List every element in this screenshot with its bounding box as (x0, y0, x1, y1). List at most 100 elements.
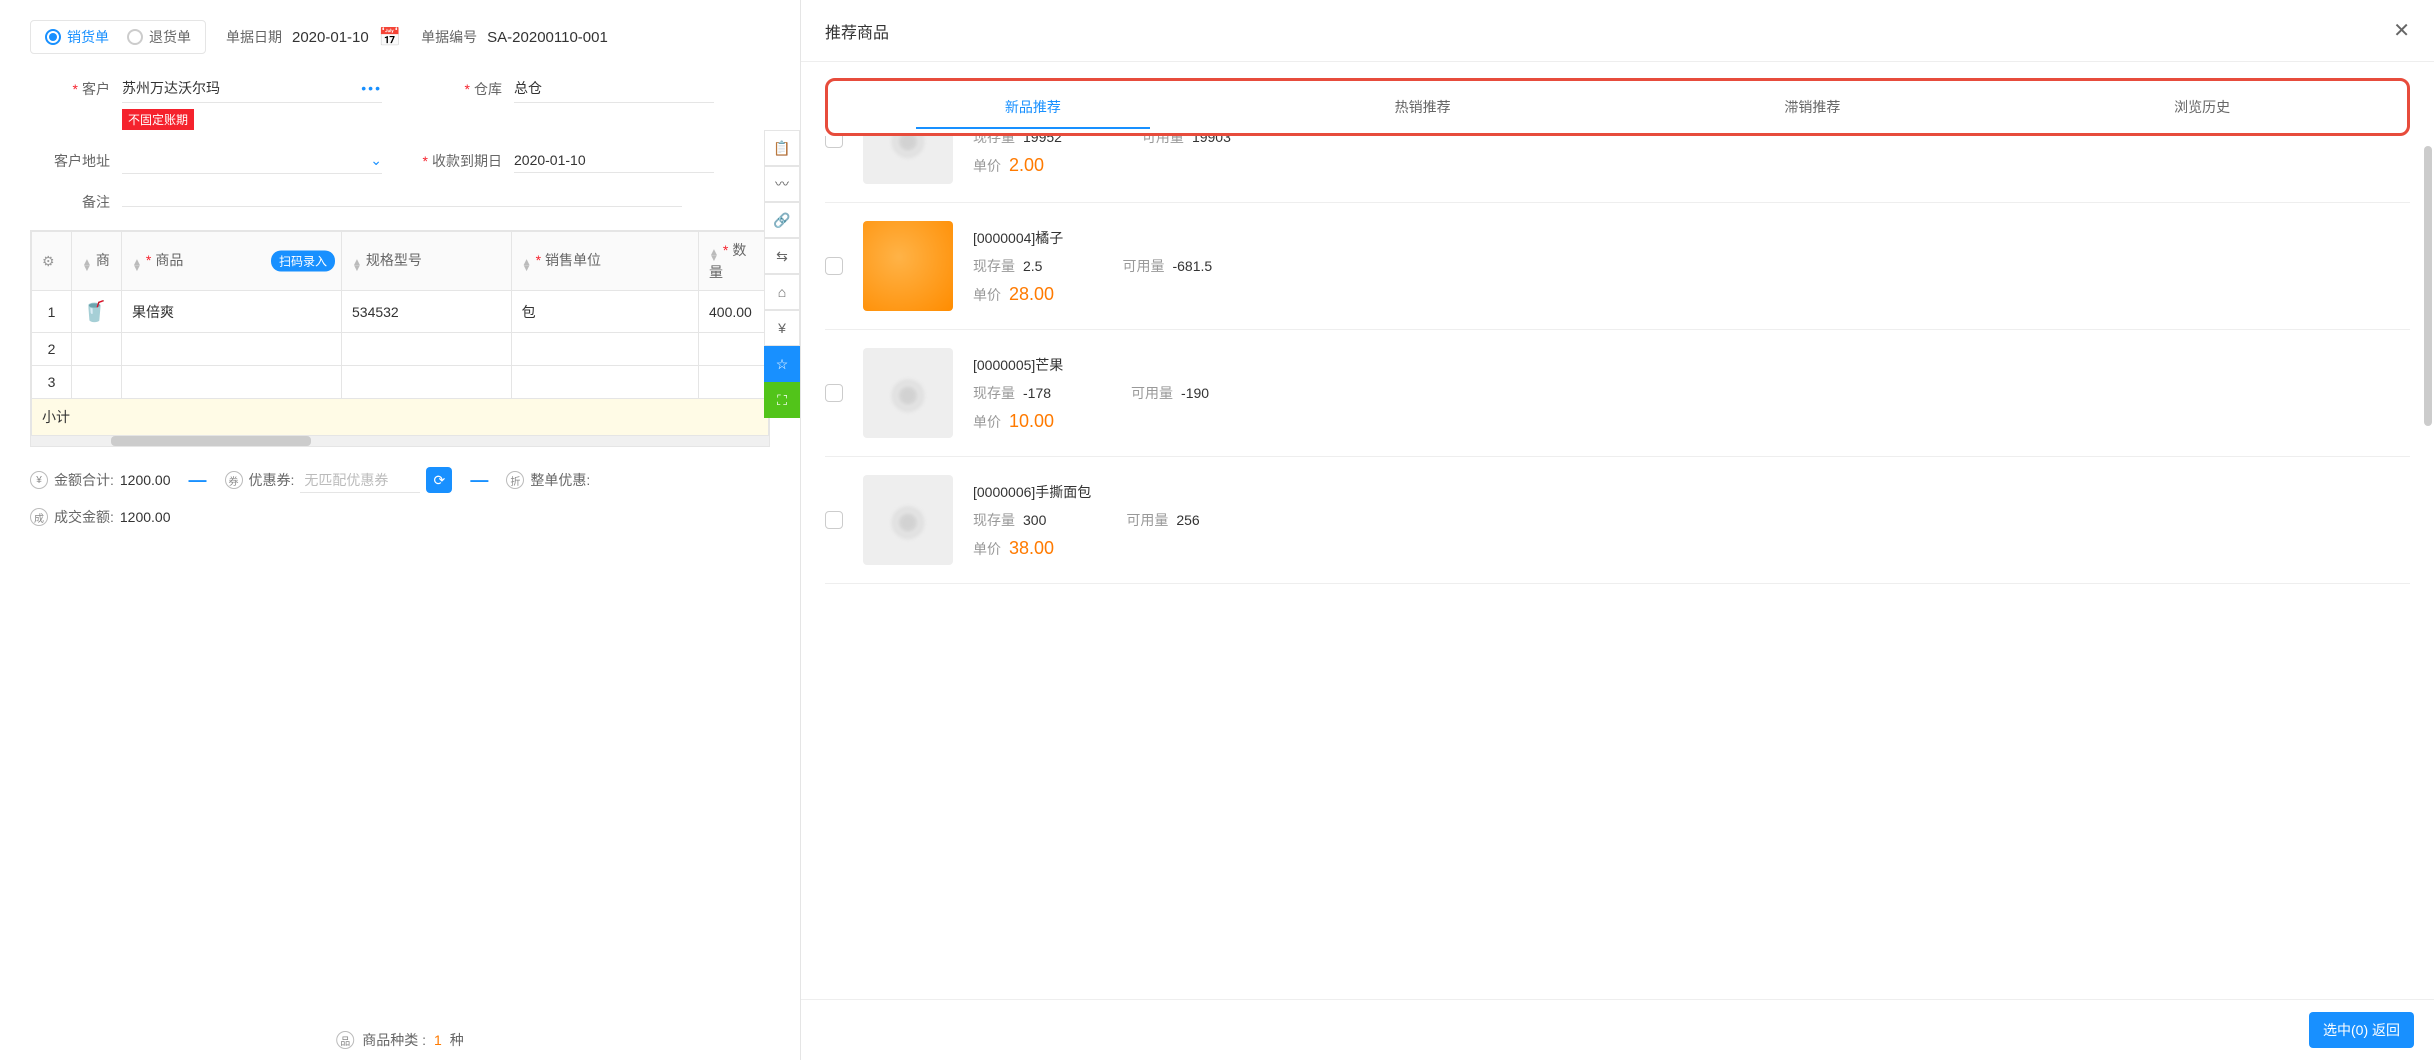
col-spec: 规格型号 (366, 252, 422, 268)
tool-star-icon[interactable]: ☆ (764, 346, 800, 382)
tool-chart-icon[interactable]: 〰 (764, 166, 800, 202)
deal-icon: 成 (30, 508, 48, 526)
vertical-scrollbar[interactable] (2424, 146, 2432, 426)
price-row: 单价10.00 (973, 411, 2410, 432)
tab-hot-recommend[interactable]: 热销推荐 (1228, 87, 1618, 127)
chevron-down-icon: ⌄ (370, 152, 382, 169)
col-unit: 销售单位 (545, 252, 601, 268)
sort-icon[interactable]: ▲▼ (709, 250, 719, 262)
remark-label: 备注 (30, 192, 110, 212)
product-checkbox[interactable] (825, 384, 843, 402)
customer-tag: 不固定账期 (122, 109, 194, 130)
warehouse-select[interactable]: 总仓 (514, 74, 714, 103)
warehouse-value: 总仓 (514, 78, 542, 98)
price-row: 单价38.00 (973, 538, 2410, 559)
col-product: 商品 (155, 252, 183, 268)
table-row[interactable]: 1🥤果倍爽534532包400.00 (32, 291, 769, 333)
remark-input[interactable] (122, 198, 682, 207)
table-row[interactable]: 3 (32, 366, 769, 399)
footer-count: 1 (434, 1032, 442, 1048)
stock-label: 现存量19952 (973, 136, 1062, 147)
discount-icon: 折 (506, 471, 524, 489)
doc-date-label: 单据日期 (226, 27, 282, 47)
sort-icon[interactable]: ▲▼ (132, 260, 142, 272)
due-date-input[interactable]: 2020-01-10 (514, 148, 714, 173)
product-name: [0000004]橘子 (973, 228, 2410, 248)
doc-date-value[interactable]: 2020-01-10 (292, 29, 369, 46)
radio-checked-icon (45, 29, 61, 45)
price-row: 单价2.00 (973, 155, 2410, 176)
product-checkbox[interactable] (825, 136, 843, 148)
sort-icon[interactable]: ▲▼ (82, 260, 92, 272)
deal-value: 1200.00 (120, 509, 171, 525)
avail-label: 可用量-681.5 (1122, 256, 1212, 276)
avail-label: 可用量19903 (1142, 136, 1231, 147)
product-item[interactable]: ◉ [0000006]手撕面包现存量300 可用量256 单价38.00 (825, 457, 2410, 584)
table-row[interactable]: 2 (32, 333, 769, 366)
sort-icon[interactable]: ▲▼ (352, 260, 362, 272)
scan-input-button[interactable]: 扫码录入 (271, 251, 335, 272)
category-icon: 品 (336, 1031, 354, 1049)
coupon-icon: 券 (225, 471, 243, 489)
product-thumb: ◉ (863, 348, 953, 438)
product-checkbox[interactable] (825, 511, 843, 529)
line-items-table: ⚙ ▲▼商 ▲▼*商品扫码录入 ▲▼规格型号 ▲▼*销售单位 ▲▼*数量 1🥤果… (30, 230, 770, 447)
selected-return-button[interactable]: 选中(0) 返回 (2309, 1012, 2414, 1048)
product-item[interactable]: [0000004]橘子现存量2.5可用量-681.5单价28.00 (825, 203, 2410, 330)
product-checkbox[interactable] (825, 257, 843, 275)
tab-new-recommend[interactable]: 新品推荐 (838, 87, 1228, 127)
recommend-tabs-highlight: 新品推荐 热销推荐 滞销推荐 浏览历史 (825, 78, 2410, 136)
refresh-button[interactable]: ⟳ (426, 467, 452, 493)
tab-sales-label: 销货单 (67, 27, 109, 47)
tool-list-icon[interactable]: 📋 (764, 130, 800, 166)
amount-value: 1200.00 (120, 472, 171, 488)
tool-exchange-icon[interactable]: ⇆ (764, 238, 800, 274)
footer-suffix: 种 (450, 1030, 464, 1050)
due-date-value: 2020-01-10 (514, 152, 586, 168)
product-name: [0000006]手撕面包 (973, 482, 2410, 502)
product-item[interactable]: ◉250ml现存量19952可用量19903单价2.00 (825, 136, 2410, 203)
footer-label: 商品种类 : (362, 1030, 426, 1050)
address-select[interactable]: ⌄ (122, 148, 382, 174)
customer-value: 苏州万达沃尔玛 (122, 78, 220, 98)
coupon-input[interactable]: 无匹配优惠券 (300, 468, 420, 493)
tool-expand-icon[interactable]: ⛶ (764, 382, 800, 418)
product-thumb: ◉ (863, 475, 953, 565)
doc-no-label: 单据编号 (421, 27, 477, 47)
horizontal-scrollbar[interactable] (31, 436, 769, 446)
customer-label: *客户 (30, 79, 110, 99)
tool-archive-icon[interactable]: ⌂ (764, 274, 800, 310)
yen-icon: ¥ (30, 471, 48, 489)
stock-label: 现存量2.5 (973, 256, 1042, 276)
tab-slow-recommend[interactable]: 滞销推荐 (1618, 87, 2008, 127)
radio-unchecked-icon (127, 29, 143, 45)
product-name: [0000005]芒果 (973, 355, 2410, 375)
recommend-title: 推荐商品 (825, 19, 889, 43)
side-toolbar: 📋 〰 🔗 ⇆ ⌂ ¥ ☆ ⛶ (764, 130, 800, 418)
stock-label: 现存量-178 (973, 383, 1051, 403)
discount-label: 整单优惠: (530, 470, 590, 490)
sort-icon[interactable]: ▲▼ (522, 260, 532, 272)
product-thumb: ◉ (863, 136, 953, 184)
calendar-icon[interactable]: 📅 (379, 27, 401, 48)
product-item[interactable]: ◉[0000005]芒果现存量-178可用量-190单价10.00 (825, 330, 2410, 457)
minus-icon: — (189, 470, 207, 491)
gear-icon[interactable]: ⚙ (42, 253, 55, 269)
tool-currency-icon[interactable]: ¥ (764, 310, 800, 346)
tab-return-order[interactable]: 退货单 (127, 27, 191, 47)
stock-label: 现存量300 (973, 510, 1046, 530)
deal-label: 成交金额: (54, 507, 114, 527)
customer-input[interactable]: 苏州万达沃尔玛 ••• (122, 74, 382, 103)
doc-no-value: SA-20200110-001 (487, 29, 608, 46)
tab-sales-order[interactable]: 销货单 (45, 27, 109, 47)
order-type-tabs: 销货单 退货单 (30, 20, 206, 54)
address-label: 客户地址 (30, 151, 110, 171)
tab-return-label: 退货单 (149, 27, 191, 47)
avail-label: 可用量256 (1126, 510, 1199, 530)
close-icon[interactable]: ✕ (2393, 18, 2410, 43)
due-date-label: *收款到期日 (422, 151, 502, 171)
tool-link-icon[interactable]: 🔗 (764, 202, 800, 238)
coupon-label: 优惠券: (249, 470, 295, 490)
more-dots-icon[interactable]: ••• (361, 80, 382, 96)
tab-browse-history[interactable]: 浏览历史 (2007, 87, 2397, 127)
